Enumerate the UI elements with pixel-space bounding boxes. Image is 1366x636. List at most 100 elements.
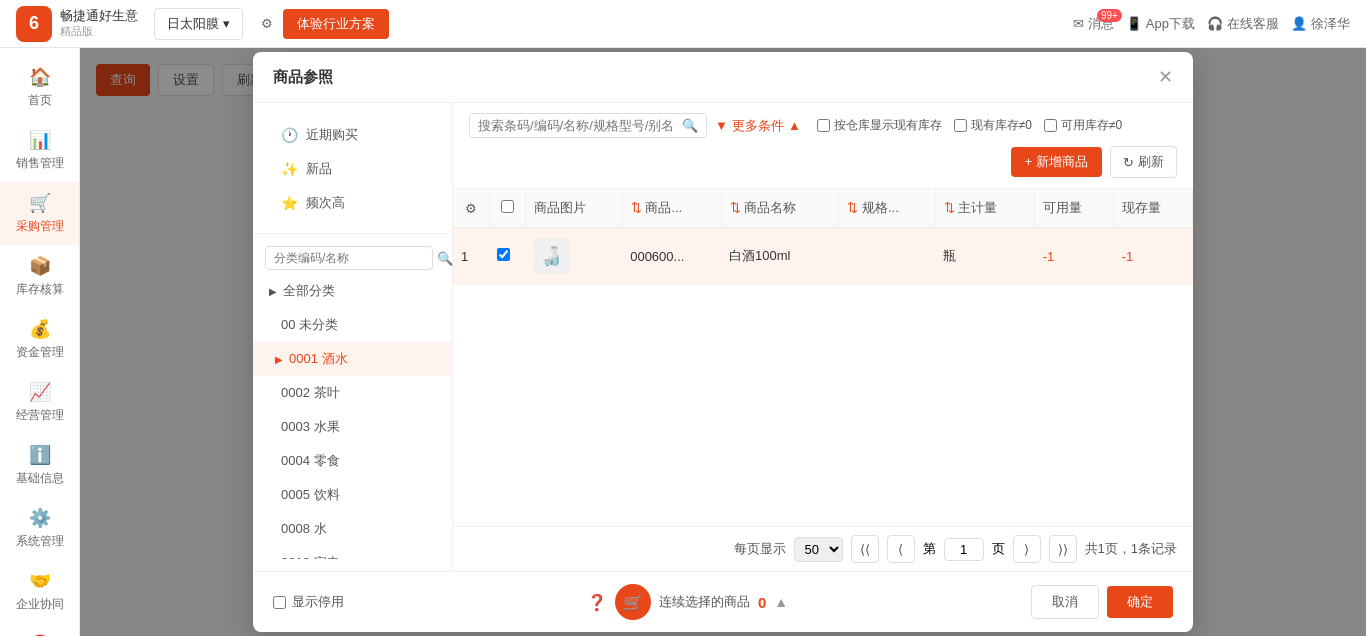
chevron-down-icon: ▾ <box>223 16 230 31</box>
select-all-checkbox[interactable] <box>501 200 514 213</box>
help-icon[interactable]: ❓ <box>587 593 607 612</box>
refresh-button[interactable]: ↻ 刷新 <box>1110 146 1177 178</box>
messages-button[interactable]: ✉ 消息 99+ <box>1073 15 1114 33</box>
quick-item-recent[interactable]: 🕐 近期购买 <box>269 119 436 151</box>
next-page-button[interactable]: ⟩ <box>1013 535 1041 563</box>
row-select-checkbox[interactable] <box>497 248 510 261</box>
footer-left: 显示停用 <box>273 593 344 611</box>
row-spec <box>839 228 935 285</box>
row-unit: 瓶 <box>935 228 1034 285</box>
search-icon[interactable]: 🔍 <box>682 118 698 133</box>
sidebar-item-enterprise[interactable]: 🤝 企业协同 <box>0 560 79 623</box>
check-warehouse-stock[interactable]: 按仓库显示现有库存 <box>817 117 942 134</box>
online-service-button[interactable]: 🎧 在线客服 <box>1207 15 1279 33</box>
confirm-button[interactable]: 确定 <box>1107 586 1173 618</box>
row-checkbox[interactable] <box>489 228 525 285</box>
product-reference-modal: 商品参照 ✕ 🕐 近期购买 ✨ 新 <box>253 52 1193 632</box>
sidebar-item-inventory[interactable]: 📦 库存核算 <box>0 245 79 308</box>
collapse-up-button[interactable]: ▲ <box>774 594 788 610</box>
filter-icon: ▼ <box>715 118 728 133</box>
app-download-button[interactable]: 📱 App下载 <box>1126 15 1195 33</box>
th-image: 商品图片 <box>525 189 622 228</box>
sort-icon-spec: ⇅ <box>847 200 858 215</box>
cart-icon: 🛒 <box>615 584 651 620</box>
th-settings[interactable]: ⚙ <box>453 189 489 228</box>
sidebar-item-home[interactable]: 🏠 首页 <box>0 56 79 119</box>
show-disabled-checkbox[interactable] <box>273 596 286 609</box>
logo-icon: 6 <box>16 6 52 42</box>
th-unit[interactable]: ⇅ 主计量 <box>935 189 1034 228</box>
top-nav: 6 畅捷通好生意 精品版 日太阳膜 ▾ ⚙ 体验行业方案 ✉ 消息 99+ 📱 … <box>0 0 1366 48</box>
sidebar-item-sales[interactable]: 📊 销售管理 <box>0 119 79 182</box>
table-row[interactable]: 1 🍶 <box>453 228 1193 285</box>
avatar-icon: 👤 <box>1291 16 1307 31</box>
headset-icon: 🎧 <box>1207 16 1223 31</box>
sidebar-item-finance[interactable]: 💰 资金管理 <box>0 308 79 371</box>
per-page-label: 每页显示 <box>734 540 786 558</box>
clock-icon: 🕐 <box>281 127 298 143</box>
product-table: ⚙ 商品图片 ⇅ <box>453 189 1193 285</box>
cat-item-all[interactable]: ▶ 全部分类 <box>253 274 452 308</box>
th-spec[interactable]: ⇅ 规格... <box>839 189 935 228</box>
quick-item-frequent[interactable]: ⭐ 频次高 <box>269 187 436 219</box>
page-suffix: 页 <box>992 540 1005 558</box>
page-input[interactable] <box>944 538 984 561</box>
cat-item-fruit[interactable]: 0003 水果 <box>253 410 452 444</box>
check-existing-stock[interactable]: 现有库存≠0 <box>954 117 1032 134</box>
sidebar-item-operations[interactable]: 📈 经营管理 <box>0 371 79 434</box>
category-search-icon[interactable]: 🔍 <box>437 251 453 266</box>
cat-item-beverage[interactable]: 0005 饮料 <box>253 478 452 512</box>
chevron-up-icon: ▲ <box>788 118 801 133</box>
per-page-select[interactable]: 50 <box>794 537 843 562</box>
main-area: 查询 设置 刷新 商品参照 ✕ 🕐 <box>80 48 1366 636</box>
star-icon: ⭐ <box>281 195 298 211</box>
sidebar: 🏠 首页 📊 销售管理 🛒 采购管理 📦 库存核算 💰 资金管理 📈 经营管理 … <box>0 48 80 636</box>
nav-dropdown[interactable]: 日太阳膜 ▾ <box>154 8 243 40</box>
product-search-input[interactable] <box>478 118 678 133</box>
th-code[interactable]: ⇅ 商品... <box>622 189 721 228</box>
system-icon: ⚙️ <box>29 507 51 529</box>
check-available-stock[interactable]: 可用库存≠0 <box>1044 117 1122 134</box>
cat-item-liquor[interactable]: ▶ 0001 酒水 <box>253 342 452 376</box>
th-available: 可用量 <box>1035 189 1114 228</box>
sidebar-item-guide[interactable]: 🎯 新手引导 <box>0 623 79 636</box>
logo-sub: 精品版 <box>60 24 138 39</box>
cat-item-tea[interactable]: 0002 茶叶 <box>253 376 452 410</box>
sort-icon-unit: ⇅ <box>944 200 955 215</box>
modal-body: 🕐 近期购买 ✨ 新品 ⭐ 频次高 <box>253 103 1193 571</box>
new-icon: ✨ <box>281 161 298 177</box>
cancel-button[interactable]: 取消 <box>1031 585 1099 619</box>
cat-item-snack[interactable]: 0004 零食 <box>253 444 452 478</box>
add-product-button[interactable]: + 新增商品 <box>1011 147 1102 177</box>
refresh-icon: ↻ <box>1123 155 1134 170</box>
modal-header: 商品参照 ✕ <box>253 52 1193 103</box>
cat-item-unclassified[interactable]: 00 未分类 <box>253 308 452 342</box>
logo-text: 畅捷通好生意 <box>60 8 138 25</box>
modal-overlay: 商品参照 ✕ 🕐 近期购买 ✨ 新 <box>80 48 1366 636</box>
enterprise-icon: 🤝 <box>29 570 51 592</box>
first-page-button[interactable]: ⟨⟨ <box>851 535 879 563</box>
show-disabled-label[interactable]: 显示停用 <box>273 593 344 611</box>
cat-item-appliance[interactable]: 0010 家电 <box>253 546 452 559</box>
trial-button[interactable]: 体验行业方案 <box>283 9 389 39</box>
th-name[interactable]: ⇅ 商品名称 <box>721 189 839 228</box>
cat-item-water[interactable]: 0008 水 <box>253 512 452 546</box>
product-image: 🍶 <box>533 238 569 274</box>
gear-button[interactable]: ⚙ <box>251 8 283 40</box>
product-table-wrap: ⚙ 商品图片 ⇅ <box>453 189 1193 526</box>
category-search-input[interactable] <box>265 246 433 270</box>
prev-page-button[interactable]: ⟨ <box>887 535 915 563</box>
info-icon: ℹ️ <box>29 444 51 466</box>
sidebar-item-system[interactable]: ⚙️ 系统管理 <box>0 497 79 560</box>
user-avatar[interactable]: 👤 徐泽华 <box>1291 15 1350 33</box>
last-page-button[interactable]: ⟩⟩ <box>1049 535 1077 563</box>
nav-actions: ✉ 消息 99+ 📱 App下载 🎧 在线客服 👤 徐泽华 <box>1073 15 1350 33</box>
quick-item-new[interactable]: ✨ 新品 <box>269 153 436 185</box>
footer-center: ❓ 🛒 连续选择的商品 0 ▲ <box>356 584 1019 620</box>
sidebar-item-purchase[interactable]: 🛒 采购管理 <box>0 182 79 245</box>
main-layout: 🏠 首页 📊 销售管理 🛒 采购管理 📦 库存核算 💰 资金管理 📈 经营管理 … <box>0 48 1366 636</box>
modal-close-button[interactable]: ✕ <box>1158 66 1173 88</box>
filter-more-button[interactable]: ▼ 更多条件 ▲ <box>715 117 801 135</box>
sidebar-item-basic-info[interactable]: ℹ️ 基础信息 <box>0 434 79 497</box>
cart-count: 0 <box>758 594 766 611</box>
